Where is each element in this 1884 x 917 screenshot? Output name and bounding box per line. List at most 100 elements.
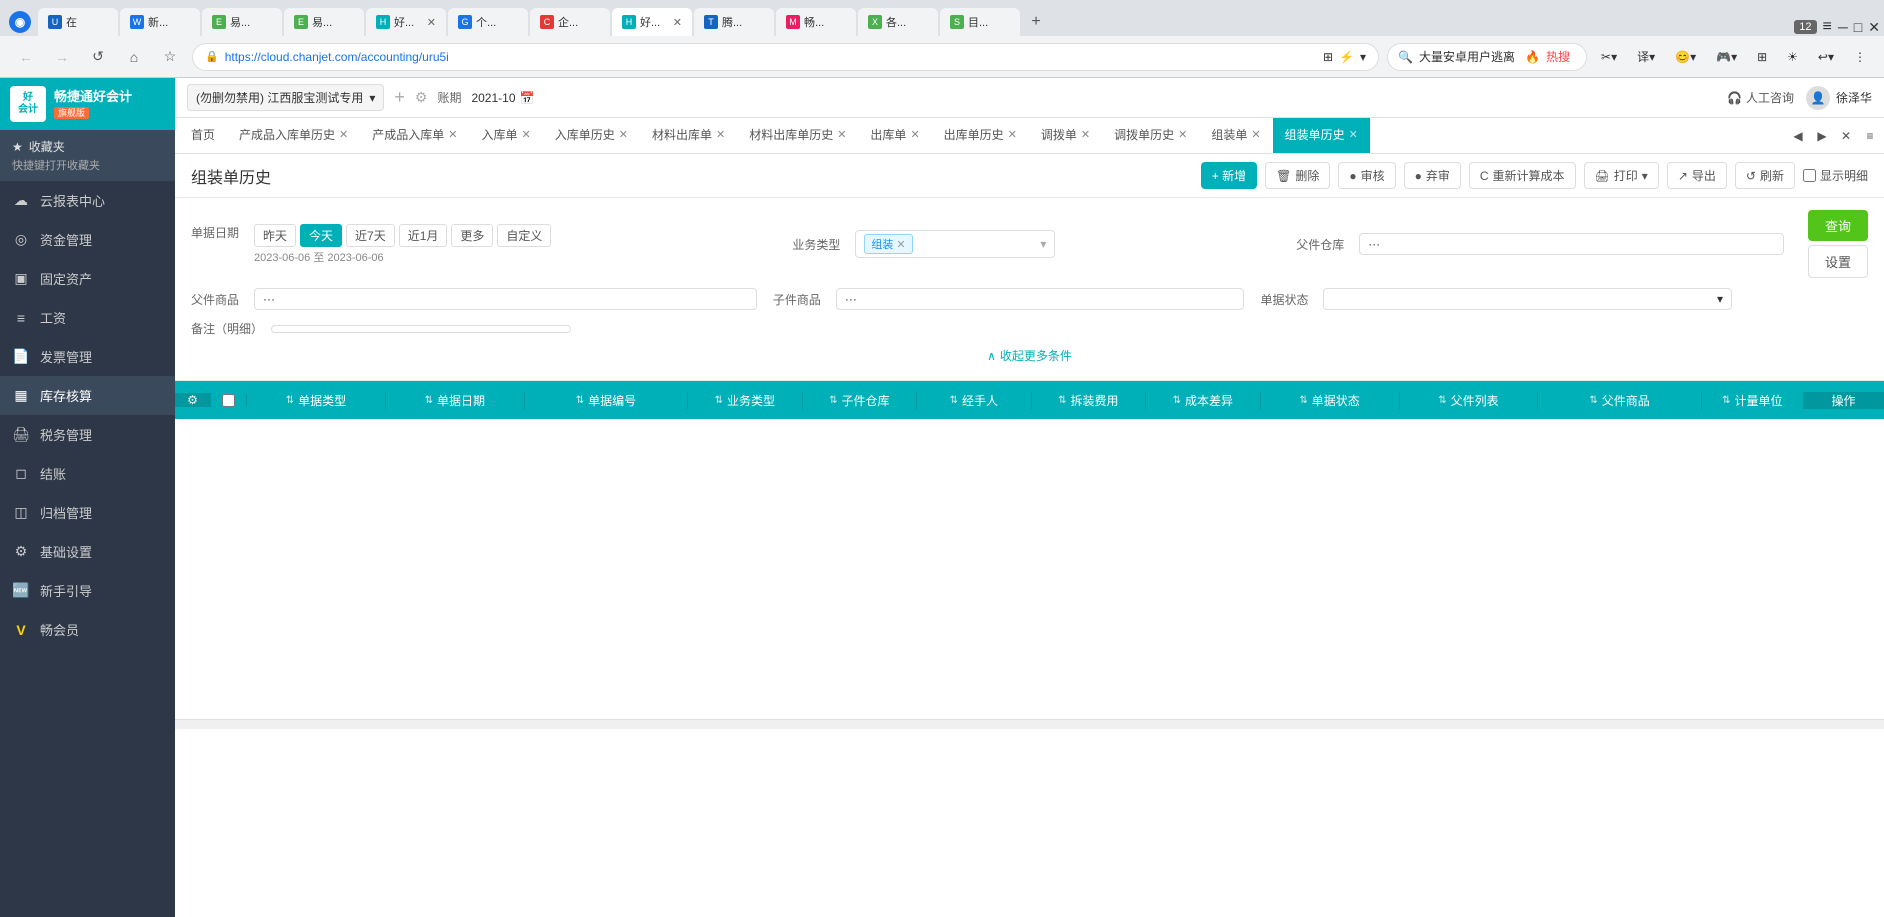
th-handler[interactable]: ⇅ 经手人 (917, 392, 1032, 409)
emoji-tool[interactable]: 😊▾ (1669, 48, 1702, 66)
scissors-tool[interactable]: ✂▾ (1595, 48, 1623, 66)
tab-scroll-right[interactable]: ▶ (1812, 126, 1832, 146)
close-inbound[interactable]: ✕ (522, 128, 531, 141)
sidebar-item-cloud-report[interactable]: ☁ 云报表中心 (0, 181, 175, 220)
company-selector[interactable]: (勿删勿禁用) 江西服宝测试专用 ▾ (187, 84, 384, 111)
favorite-btn[interactable]: ☆ (156, 43, 184, 71)
browser-tab-6[interactable]: G 个... (448, 8, 528, 36)
close-assembly[interactable]: ✕ (1251, 128, 1260, 141)
new-btn[interactable]: + 新增 (1201, 162, 1257, 189)
export-btn[interactable]: ↗ 导出 (1667, 162, 1727, 189)
biz-type-input[interactable]: 组装 ✕ ▾ (855, 230, 1055, 258)
sidebar-item-guide[interactable]: 🆕 新手引导 (0, 571, 175, 610)
browser-tab-8[interactable]: H 好... ✕ (612, 8, 692, 36)
nav-tab-home[interactable]: 首页 (179, 118, 227, 154)
parent-warehouse-input[interactable]: ··· (1359, 233, 1784, 255)
biz-type-dropdown-arrow[interactable]: ▾ (1040, 237, 1046, 251)
browser-tab-11[interactable]: X 各... (858, 8, 938, 36)
sidebar-item-invoice[interactable]: 📄 发票管理 (0, 337, 175, 376)
th-bill-no[interactable]: ⇅ 单据编号 (525, 392, 688, 409)
abandon-btn[interactable]: ● 弃审 (1404, 162, 1461, 189)
close-assembly-history[interactable]: ✕ (1349, 128, 1358, 141)
browser-menu-btn[interactable]: ≡ (1823, 18, 1832, 36)
sidebar-item-checkout[interactable]: ◻ 结账 (0, 454, 175, 493)
period-value[interactable]: 2021-10 📅 (471, 91, 534, 105)
show-detail-checkbox-label[interactable]: 显示明细 (1803, 167, 1868, 184)
translate-tool[interactable]: 译▾ (1631, 46, 1661, 67)
th-bill-status[interactable]: ⇅ 单据状态 (1261, 392, 1400, 409)
nav-tab-material-outbound[interactable]: 材料出库单 ✕ (640, 118, 737, 154)
nav-tab-assembly-history[interactable]: 组装单历史 ✕ (1273, 118, 1370, 154)
tab-more[interactable]: ≡ (1860, 126, 1880, 146)
game-tool[interactable]: 🎮▾ (1710, 48, 1743, 66)
status-dropdown[interactable]: ▾ (1323, 288, 1732, 310)
nav-tab-inbound-history[interactable]: 入库单历史 ✕ (543, 118, 640, 154)
close-outbound-history[interactable]: ✕ (1008, 128, 1017, 141)
settings-query-btn[interactable]: 设置 (1808, 245, 1868, 278)
user-info[interactable]: 👤 徐泽华 (1806, 86, 1872, 110)
print-btn[interactable]: 🖨 打印 ▾ (1584, 162, 1659, 189)
browser-tab-2[interactable]: W 新... (120, 8, 200, 36)
tab-close-all[interactable]: ✕ (1836, 126, 1856, 146)
sun-tool[interactable]: ☀ (1781, 48, 1804, 66)
nav-tab-production-inbound-history[interactable]: 产成品入库单历史 ✕ (227, 118, 360, 154)
browser-tab-3[interactable]: E 易... (202, 8, 282, 36)
browser-tab-5[interactable]: H 好... ✕ (366, 8, 446, 36)
sidebar-item-settings[interactable]: ⚙ 基础设置 (0, 532, 175, 571)
th-parent-goods[interactable]: ⇅ 父件商品 (1538, 392, 1701, 409)
close-browser-btn[interactable]: ✕ (1868, 19, 1880, 36)
show-detail-checkbox[interactable] (1803, 169, 1816, 182)
nav-tab-outbound[interactable]: 出库单 ✕ (858, 118, 931, 154)
sidebar-item-archive[interactable]: ◫ 归档管理 (0, 493, 175, 532)
th-bill-date[interactable]: ⇅ 单据日期 (386, 392, 525, 409)
date-btn-yesterday[interactable]: 昨天 (254, 224, 296, 247)
nav-tab-inbound[interactable]: 入库单 ✕ (469, 118, 542, 154)
close-production-inbound[interactable]: ✕ (448, 128, 457, 141)
sidebar-item-member[interactable]: V 畅会员 (0, 610, 175, 649)
th-cost-diff[interactable]: ⇅ 成本差异 (1146, 392, 1261, 409)
select-all-checkbox[interactable] (222, 394, 235, 407)
query-btn[interactable]: 查询 (1808, 210, 1868, 241)
nav-tab-transfer-history[interactable]: 调拨单历史 ✕ (1102, 118, 1199, 154)
home-btn[interactable]: ⌂ (120, 43, 148, 71)
horizontal-scrollbar[interactable] (175, 719, 1884, 729)
close-material-outbound[interactable]: ✕ (716, 128, 725, 141)
url-dropdown-icon[interactable]: ▾ (1360, 50, 1366, 64)
reload-btn[interactable]: ↺ (84, 43, 112, 71)
browser-tab-9[interactable]: T 腾... (694, 8, 774, 36)
date-btn-7days[interactable]: 近7天 (346, 224, 395, 247)
browser-tab-1[interactable]: U 在 (38, 8, 118, 36)
maximize-btn[interactable]: □ (1854, 19, 1862, 35)
close-inbound-history[interactable]: ✕ (619, 128, 628, 141)
th-unit[interactable]: ⇅ 计量单位 (1702, 392, 1804, 409)
audit-btn[interactable]: ● 审核 (1338, 162, 1395, 189)
biz-type-tag-close[interactable]: ✕ (896, 238, 905, 251)
browser-tab-10[interactable]: M 畅... (776, 8, 856, 36)
th-child-warehouse[interactable]: ⇅ 子件仓库 (803, 392, 918, 409)
recalculate-btn[interactable]: C 重新计算成本 (1469, 162, 1576, 189)
date-btn-1month[interactable]: 近1月 (399, 224, 448, 247)
child-goods-input[interactable]: ··· (836, 288, 1245, 310)
note-input[interactable] (271, 325, 571, 333)
tab-close-8[interactable]: ✕ (673, 16, 682, 29)
browser-tab-4[interactable]: E 易... (284, 8, 364, 36)
sidebar-item-inventory[interactable]: ▦ 库存核算 (0, 376, 175, 415)
tab-close-5[interactable]: ✕ (427, 16, 436, 29)
date-btn-custom[interactable]: 自定义 (497, 224, 551, 247)
th-parent-list[interactable]: ⇅ 父件列表 (1400, 392, 1539, 409)
th-checkbox[interactable] (211, 394, 247, 407)
grid-tool[interactable]: ⊞ (1751, 48, 1773, 66)
sidebar-bookmark[interactable]: ★ 收藏夹 快捷键打开收藏夹 (0, 130, 175, 181)
th-biz-type[interactable]: ⇅ 业务类型 (688, 392, 803, 409)
sidebar-item-fixed-assets[interactable]: ▣ 固定资产 (0, 259, 175, 298)
url-bar[interactable]: 🔒 https://cloud.chanjet.com/accounting/u… (192, 43, 1379, 71)
new-tab-button[interactable]: + (1022, 8, 1050, 36)
delete-btn[interactable]: 🗑 删除 (1265, 162, 1330, 189)
th-bill-type[interactable]: ⇅ 单据类型 (247, 392, 386, 409)
close-transfer-history[interactable]: ✕ (1178, 128, 1187, 141)
nav-tab-outbound-history[interactable]: 出库单历史 ✕ (932, 118, 1029, 154)
close-material-outbound-history[interactable]: ✕ (837, 128, 846, 141)
nav-tab-material-outbound-history[interactable]: 材料出库单历史 ✕ (737, 118, 858, 154)
date-btn-today[interactable]: 今天 (300, 224, 342, 247)
th-settings[interactable]: ⚙ (175, 393, 211, 407)
